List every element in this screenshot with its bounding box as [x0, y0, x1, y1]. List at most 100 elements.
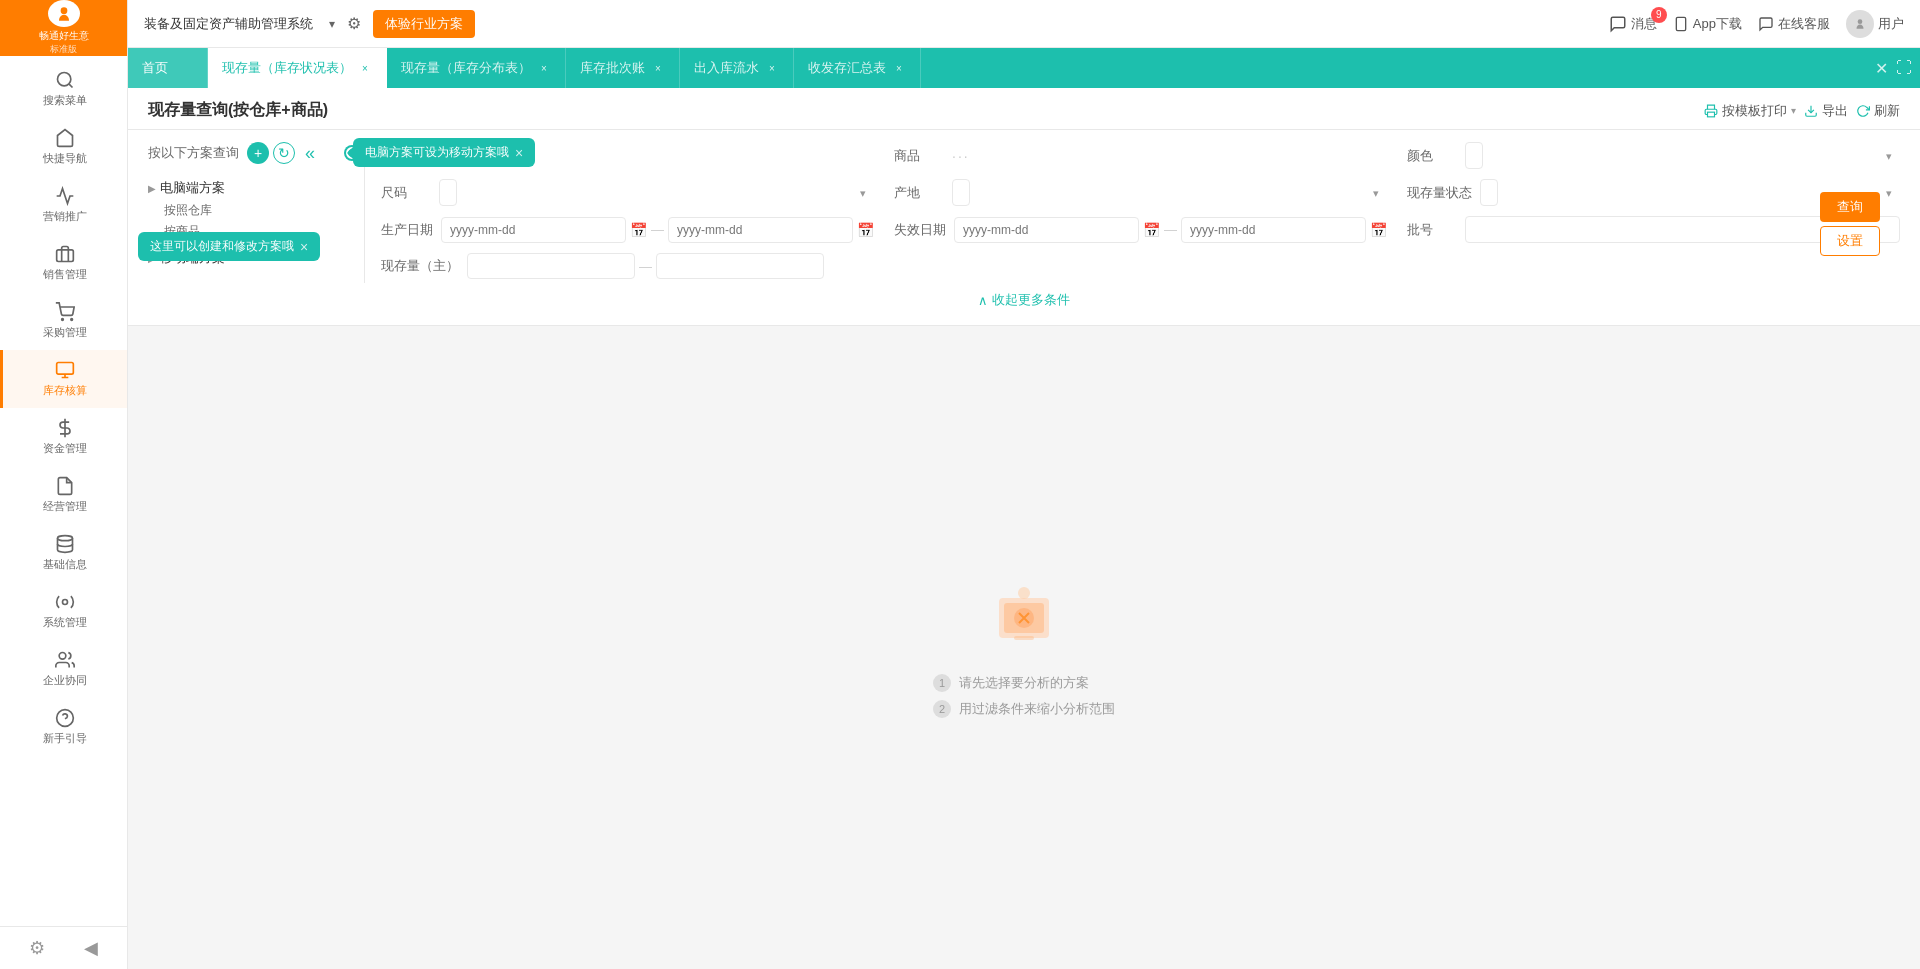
- stock-main-to[interactable]: [656, 253, 824, 279]
- settings-icon[interactable]: ⚙: [29, 937, 45, 959]
- refresh-scheme-button[interactable]: ↻: [273, 142, 295, 164]
- back-scheme-button[interactable]: «: [299, 142, 321, 164]
- stock-main-from[interactable]: [467, 253, 635, 279]
- sidebar-item-sales[interactable]: 销售管理: [0, 234, 127, 292]
- filter-scheme-row: 按以下方案查询 + ↻ «: [148, 142, 348, 164]
- size-filter: 尺码: [381, 179, 874, 206]
- tab-stock-status[interactable]: 现存量（库存状况表） ×: [208, 48, 387, 88]
- empty-state: 1 请先选择要分析的方案 2 用过滤条件来缩小分析范围: [933, 578, 1115, 718]
- scheme-item-0[interactable]: 按照仓库: [164, 200, 348, 221]
- size-select-wrapper: [439, 179, 874, 206]
- sidebar-item-enterprise-label: 企业协同: [43, 673, 87, 688]
- empty-hint-1: 1 请先选择要分析的方案: [933, 674, 1115, 692]
- sidebar-item-guide[interactable]: 新手引导: [0, 698, 127, 756]
- experience-button[interactable]: 体验行业方案: [373, 10, 475, 38]
- export-button[interactable]: 导出: [1804, 102, 1848, 120]
- sidebar-item-inventory[interactable]: 库存核算: [0, 350, 127, 408]
- expiry-date-from[interactable]: [954, 217, 1139, 243]
- size-select[interactable]: [439, 179, 457, 206]
- sidebar-footer: ⚙ ◀: [0, 926, 127, 969]
- print-dropdown-icon[interactable]: ▾: [1791, 105, 1796, 116]
- collapse-sidebar-icon[interactable]: ◀: [84, 937, 98, 959]
- goods-dots[interactable]: ···: [952, 148, 970, 164]
- user-item[interactable]: 用户: [1846, 10, 1904, 38]
- tab-stock-status-label: 现存量（库存状况表）: [222, 59, 352, 77]
- tooltip2-text: 这里可以创建和修改方案哦: [150, 238, 294, 255]
- refresh-button[interactable]: 刷新: [1856, 102, 1900, 120]
- tooltip2-close[interactable]: ×: [300, 239, 308, 255]
- app-download-item[interactable]: App下载: [1673, 15, 1742, 33]
- online-service-item[interactable]: 在线客服: [1758, 15, 1830, 33]
- stock-status-select[interactable]: [1480, 179, 1498, 206]
- origin-filter: 产地: [894, 179, 1387, 206]
- production-date-from-icon[interactable]: 📅: [630, 222, 647, 238]
- collapse-up-icon: ∧: [978, 293, 988, 308]
- print-button[interactable]: 按模板打印 ▾: [1704, 102, 1796, 120]
- messages-item[interactable]: 9 消息: [1609, 15, 1657, 33]
- tab-inout-flow-close[interactable]: ×: [765, 61, 779, 75]
- tab-home[interactable]: 首页: [128, 48, 208, 88]
- expiry-date-filter: 失效日期 📅 — 📅: [894, 216, 1387, 243]
- svg-rect-16: [1708, 112, 1715, 117]
- hint-num-1: 1: [933, 674, 951, 692]
- goods-filter: 商品 ···: [894, 142, 1387, 169]
- expiry-date-label: 失效日期: [894, 221, 946, 239]
- expiry-date-to[interactable]: [1181, 217, 1366, 243]
- message-badge: 9: [1651, 7, 1667, 23]
- sidebar-item-ops[interactable]: 经营管理: [0, 466, 127, 524]
- tab-batch-ledger-label: 库存批次账: [580, 59, 645, 77]
- print-label: 按模板打印: [1722, 102, 1787, 120]
- stock-main-sep: —: [639, 259, 652, 274]
- reset-button[interactable]: 设置: [1820, 226, 1880, 256]
- sidebar-item-sales-label: 销售管理: [43, 267, 87, 282]
- tab-collect-summary[interactable]: 收发存汇总表 ×: [794, 48, 921, 88]
- sidebar-item-quicknav[interactable]: 快捷导航: [0, 118, 127, 176]
- sidebar-item-finance[interactable]: 资金管理: [0, 408, 127, 466]
- expiry-date-to-icon[interactable]: 📅: [1370, 222, 1387, 238]
- tab-inout-flow-label: 出入库流水: [694, 59, 759, 77]
- search-buttons: 查询 设置: [1820, 192, 1880, 256]
- topbar: 装备及固定资产辅助管理系统 ▾ ⚙ 体验行业方案 9 消息 App下载 在线客服: [128, 0, 1920, 48]
- tab-close-all-icon[interactable]: ✕: [1875, 59, 1888, 78]
- expiry-date-from-icon[interactable]: 📅: [1143, 222, 1160, 238]
- tab-stock-dist-close[interactable]: ×: [537, 61, 551, 75]
- tooltip1-close[interactable]: ×: [515, 145, 523, 161]
- origin-select[interactable]: [952, 179, 970, 206]
- sidebar-item-quicknav-label: 快捷导航: [43, 151, 87, 166]
- topbar-right: 9 消息 App下载 在线客服 用户: [1609, 10, 1904, 38]
- sidebar-item-ops-label: 经营管理: [43, 499, 87, 514]
- topbar-settings-icon[interactable]: ⚙: [347, 14, 361, 33]
- system-dropdown-icon[interactable]: ▾: [329, 17, 335, 31]
- tab-stock-dist[interactable]: 现存量（库存分布表） ×: [387, 48, 566, 88]
- production-date-from[interactable]: [441, 217, 626, 243]
- svg-point-9: [63, 600, 68, 605]
- tab-collect-summary-label: 收发存汇总表: [808, 59, 886, 77]
- filter-collapse-row: ∧ 收起更多条件: [148, 283, 1900, 313]
- user-label: 用户: [1878, 15, 1904, 33]
- tab-batch-ledger[interactable]: 库存批次账 ×: [566, 48, 680, 88]
- logo-icon: [48, 0, 80, 27]
- sidebar-item-base[interactable]: 基础信息: [0, 524, 127, 582]
- search-button[interactable]: 查询: [1820, 192, 1880, 222]
- tab-fullscreen-icon[interactable]: ⛶: [1896, 59, 1912, 77]
- sidebar-item-search[interactable]: 搜索菜单: [0, 60, 127, 118]
- color-select-wrapper: [1465, 142, 1900, 169]
- production-date-to[interactable]: [668, 217, 853, 243]
- production-date-to-icon[interactable]: 📅: [857, 222, 874, 238]
- svg-rect-21: [1014, 636, 1034, 640]
- tab-collect-summary-close[interactable]: ×: [892, 61, 906, 75]
- tab-batch-ledger-close[interactable]: ×: [651, 61, 665, 75]
- sidebar-item-system[interactable]: 系统管理: [0, 582, 127, 640]
- tooltip1-text: 电脑方案可设为移动方案哦: [365, 144, 509, 161]
- color-select[interactable]: [1465, 142, 1483, 169]
- sidebar-item-enterprise[interactable]: 企业协同: [0, 640, 127, 698]
- pc-scheme-group[interactable]: ▶ 电脑端方案: [148, 176, 348, 200]
- tab-stock-status-close[interactable]: ×: [358, 61, 372, 75]
- collapse-button[interactable]: ∧ 收起更多条件: [978, 291, 1070, 309]
- sidebar-item-purchase[interactable]: 采购管理: [0, 292, 127, 350]
- add-scheme-button[interactable]: +: [247, 142, 269, 164]
- sidebar-item-marketing[interactable]: 营销推广: [0, 176, 127, 234]
- empty-illustration: [984, 578, 1064, 658]
- tab-inout-flow[interactable]: 出入库流水 ×: [680, 48, 794, 88]
- svg-point-15: [1858, 19, 1863, 24]
